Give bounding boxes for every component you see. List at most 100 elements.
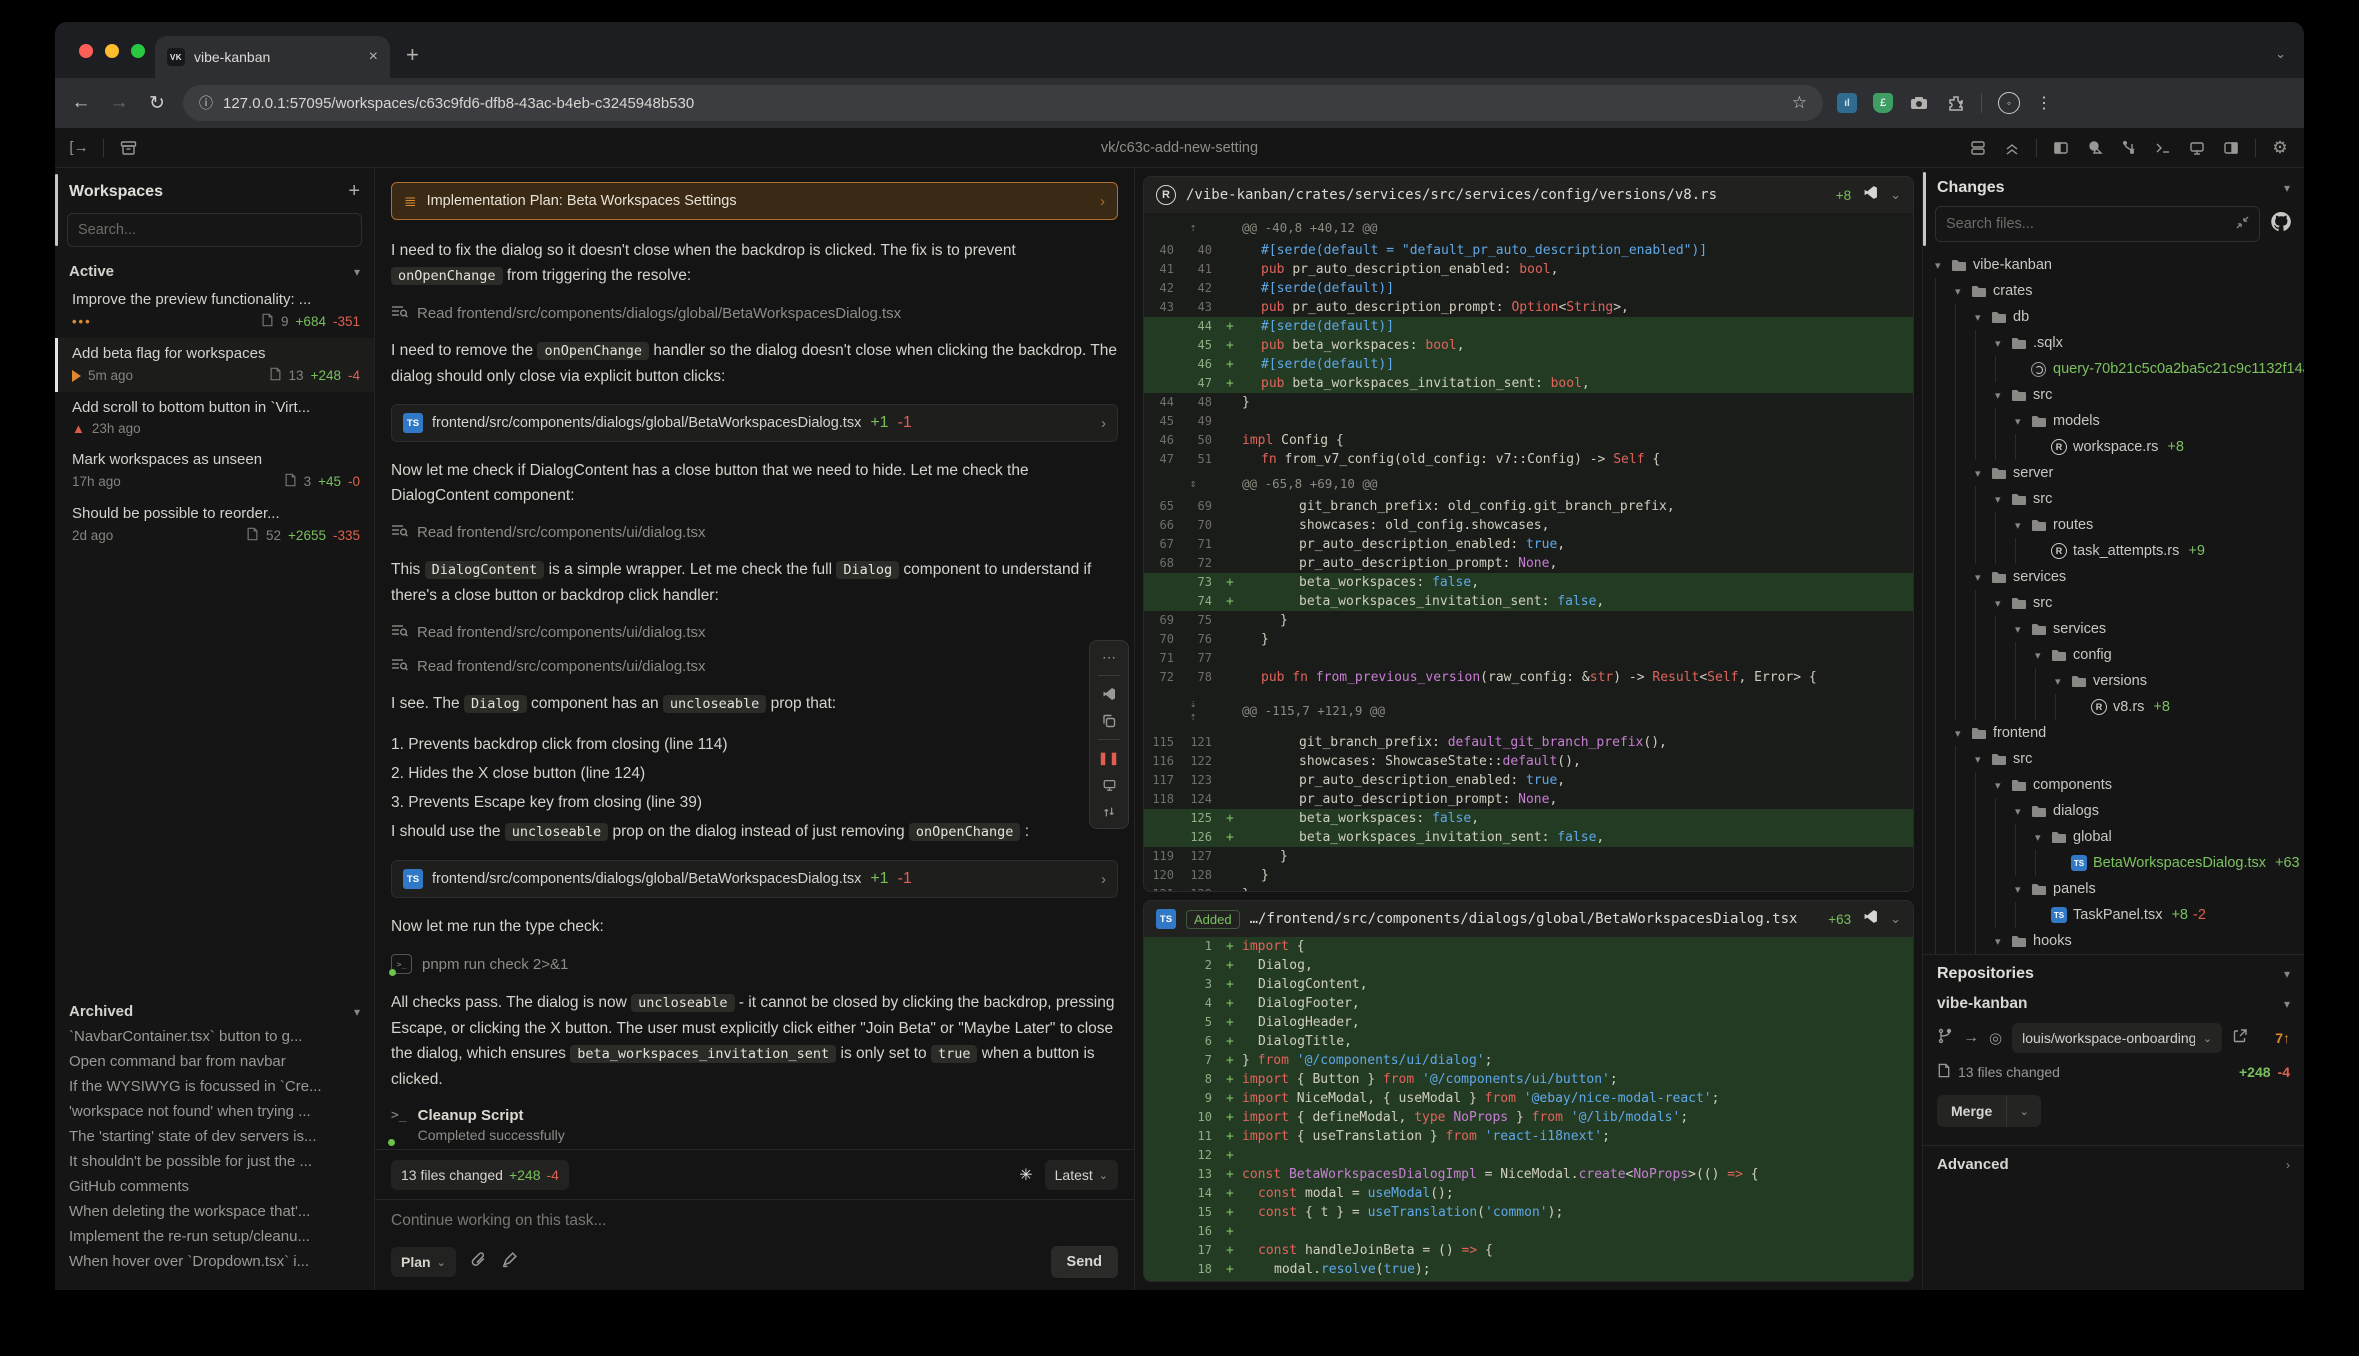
sidebar-scroll-indicator[interactable]: [55, 174, 58, 246]
expand-hunk-icon[interactable]: ⇣ ⇡: [1144, 697, 1242, 723]
archived-workspace-item[interactable]: Implement the re-run setup/cleanu...: [55, 1224, 374, 1249]
tab-search-chevron-icon[interactable]: ⌄: [2275, 46, 2286, 62]
extensions-puzzle-icon[interactable]: [1945, 93, 1965, 113]
diff-header[interactable]: TS Added …/frontend/src/components/dialo…: [1144, 901, 1913, 937]
advanced-section-header[interactable]: Advanced ›: [1923, 1145, 2304, 1183]
tab-close-icon[interactable]: ×: [369, 48, 378, 66]
workspace-item[interactable]: Add scroll to bottom button in `Virt... ▲…: [55, 392, 374, 444]
copy-icon[interactable]: [1102, 712, 1116, 730]
hunk-header[interactable]: ⇣ ⇡ @@ -115,7 +121,9 @@: [1144, 687, 1913, 733]
new-tab-button[interactable]: +: [406, 42, 419, 68]
hunk-header[interactable]: ⇕ @@ -65,8 +69,10 @@: [1144, 469, 1913, 497]
archived-workspace-item[interactable]: The 'starting' state of dev servers is..…: [55, 1124, 374, 1149]
workspace-item[interactable]: Improve the preview functionality: ... ••…: [55, 284, 374, 338]
tree-item-workspace-rs[interactable]: Rworkspace.rs +8: [1923, 434, 2304, 460]
close-window-button[interactable]: [79, 44, 93, 58]
tree-item-global[interactable]: ▾ global: [1923, 824, 2304, 850]
archived-workspace-item[interactable]: When deleting the workspace that'...: [55, 1199, 374, 1224]
extension-camera-icon[interactable]: [1909, 93, 1929, 113]
profile-avatar-icon[interactable]: ◦: [1998, 92, 2020, 114]
collapse-tree-icon[interactable]: [2236, 215, 2249, 233]
archived-section-header[interactable]: Archived ▾: [55, 997, 374, 1024]
terminal-command-row[interactable]: >_ pnpm run check 2>&1: [389, 954, 1118, 976]
script-result-row[interactable]: >_ Cleanup Script Completed successfully: [388, 1107, 1118, 1146]
diff-body[interactable]: ⇡ @@ -40,8 +40,12 @@ 40 40 #[serde(default =…: [1144, 213, 1913, 891]
extension-shield-icon[interactable]: £: [1873, 93, 1893, 113]
merge-button[interactable]: Merge: [1937, 1095, 2008, 1127]
tree-item-dialogs[interactable]: ▾ dialogs: [1923, 798, 2304, 824]
back-icon[interactable]: ←: [69, 92, 93, 114]
browser-tab[interactable]: VK vibe-kanban ×: [155, 36, 390, 78]
send-button[interactable]: Send: [1050, 1246, 1118, 1278]
tree-item-query-70b21c5c0a2ba5c21c9c1132f14a68[interactable]: query-70b21c5c0a2ba5c21c9c1132f14a68: [1923, 356, 2304, 382]
tree-item-crates[interactable]: ▾ crates: [1923, 278, 2304, 304]
collapse-all-icon[interactable]: [2002, 138, 2022, 158]
tree-item-vibe-kanban[interactable]: ▾ vibe-kanban: [1923, 252, 2304, 278]
terminal-icon[interactable]: [2153, 138, 2173, 158]
files-changed-pill[interactable]: 13 files changed +248 -4: [391, 1160, 569, 1190]
expand-hunk-icon[interactable]: ⇡: [1144, 221, 1242, 234]
tree-item-routes[interactable]: ▾ routes: [1923, 512, 2304, 538]
url-text[interactable]: 127.0.0.1:57095/workspaces/c63c9fd6-dfb8…: [223, 95, 1782, 112]
expand-hunk-icon[interactable]: ⇕: [1144, 477, 1242, 490]
url-field[interactable]: ⓘ 127.0.0.1:57095/workspaces/c63c9fd6-df…: [183, 85, 1823, 121]
reload-icon[interactable]: ↻: [145, 92, 169, 115]
tree-item-hooks[interactable]: ▾ hooks: [1923, 928, 2304, 954]
pause-icon[interactable]: ❚❚: [1098, 749, 1120, 767]
tree-item-components[interactable]: ▾ components: [1923, 772, 2304, 798]
tree-item-panels[interactable]: ▾ panels: [1923, 876, 2304, 902]
tree-item-src[interactable]: ▾ src: [1923, 486, 2304, 512]
repositories-scroll-indicator[interactable]: [1923, 172, 1926, 244]
latest-dropdown[interactable]: Latest ⌄: [1044, 1160, 1118, 1190]
archived-workspace-item[interactable]: If the WYSIWYG is focussed in `Cre...: [55, 1074, 374, 1099]
preview-monitor-icon[interactable]: [1102, 776, 1117, 794]
tool-call-row[interactable]: Read frontend/src/components/ui/dialog.t…: [391, 657, 1118, 676]
tree-item-versions[interactable]: ▾ versions: [1923, 668, 2304, 694]
browser-menu-icon[interactable]: ⋮: [2036, 93, 2053, 113]
panel-right-icon[interactable]: [2221, 138, 2241, 158]
tree-item-services[interactable]: ▾ services: [1923, 616, 2304, 642]
implementation-plan-banner[interactable]: ≣ Implementation Plan: Beta Workspaces S…: [391, 182, 1118, 220]
more-options-icon[interactable]: ⋯: [1102, 648, 1116, 666]
tree-item-services[interactable]: ▾ services: [1923, 564, 2304, 590]
tree-item-models[interactable]: ▾ models: [1923, 408, 2304, 434]
layout-rows-icon[interactable]: [1968, 138, 1988, 158]
search-files-input[interactable]: Search files...: [1935, 206, 2260, 242]
hunk-header[interactable]: ⇡ @@ -40,8 +40,12 @@: [1144, 213, 1913, 241]
archived-workspace-item[interactable]: `NavbarContainer.tsx` button to g...: [55, 1024, 374, 1049]
tree-item-frontend[interactable]: ▾ frontend: [1923, 720, 2304, 746]
edited-file-card[interactable]: TS frontend/src/components/dialogs/global…: [391, 404, 1118, 442]
open-in-vscode-icon[interactable]: [1102, 685, 1116, 703]
archived-workspace-item[interactable]: When hover over `Dropdown.tsx` i...: [55, 1249, 374, 1274]
message-input[interactable]: Continue working on this task...: [391, 1212, 1118, 1230]
repo-row[interactable]: vibe-kanban ▾: [1923, 989, 2304, 1021]
workspace-search-input[interactable]: Search...: [67, 213, 362, 247]
attach-paperclip-icon[interactable]: [470, 1251, 487, 1273]
collapse-chevron-icon[interactable]: ⌄: [1890, 187, 1901, 203]
archived-workspace-item[interactable]: Open command bar from navbar: [55, 1049, 374, 1074]
tree-item-db[interactable]: ▾ db: [1923, 304, 2304, 330]
tree-item-src[interactable]: ▾ src: [1923, 746, 2304, 772]
tree-item-v8-rs[interactable]: Rv8.rs +8: [1923, 694, 2304, 720]
bookmark-star-icon[interactable]: ☆: [1792, 93, 1807, 113]
workspace-item[interactable]: Should be possible to reorder... 2d ago 52…: [55, 498, 374, 552]
workspace-item[interactable]: Mark workspaces as unseen 17h ago 3 +45 -0: [55, 444, 374, 498]
settings-gear-icon[interactable]: ⚙: [2270, 138, 2290, 158]
workspace-item[interactable]: Add beta flag for workspaces 5m ago 13 +248…: [55, 338, 374, 392]
archive-icon[interactable]: [118, 138, 138, 158]
theme-shapes-icon[interactable]: [2085, 138, 2105, 158]
panel-left-icon[interactable]: [2051, 138, 2071, 158]
tree-item-src[interactable]: ▾ src: [1923, 382, 2304, 408]
tree-item-task-attempts-rs[interactable]: Rtask_attempts.rs +9: [1923, 538, 2304, 564]
archived-workspace-item[interactable]: 'workspace not found' when trying ...: [55, 1099, 374, 1124]
conversation-scroll[interactable]: ≣ Implementation Plan: Beta Workspaces S…: [375, 168, 1134, 1149]
exit-sidebar-icon[interactable]: [→: [69, 138, 89, 158]
minimize-window-button[interactable]: [105, 44, 119, 58]
git-compare-icon[interactable]: [2119, 138, 2139, 158]
open-in-vscode-icon[interactable]: [1863, 909, 1878, 929]
diff-body[interactable]: 1 + import {2 + Dialog, 3 + DialogContent, 4 + Dia…: [1144, 937, 1913, 1281]
git-compare-icon[interactable]: [1102, 803, 1116, 821]
zoom-window-button[interactable]: [131, 44, 145, 58]
extension-b-icon[interactable]: ıl: [1837, 93, 1857, 113]
open-in-vscode-icon[interactable]: [1863, 185, 1878, 205]
